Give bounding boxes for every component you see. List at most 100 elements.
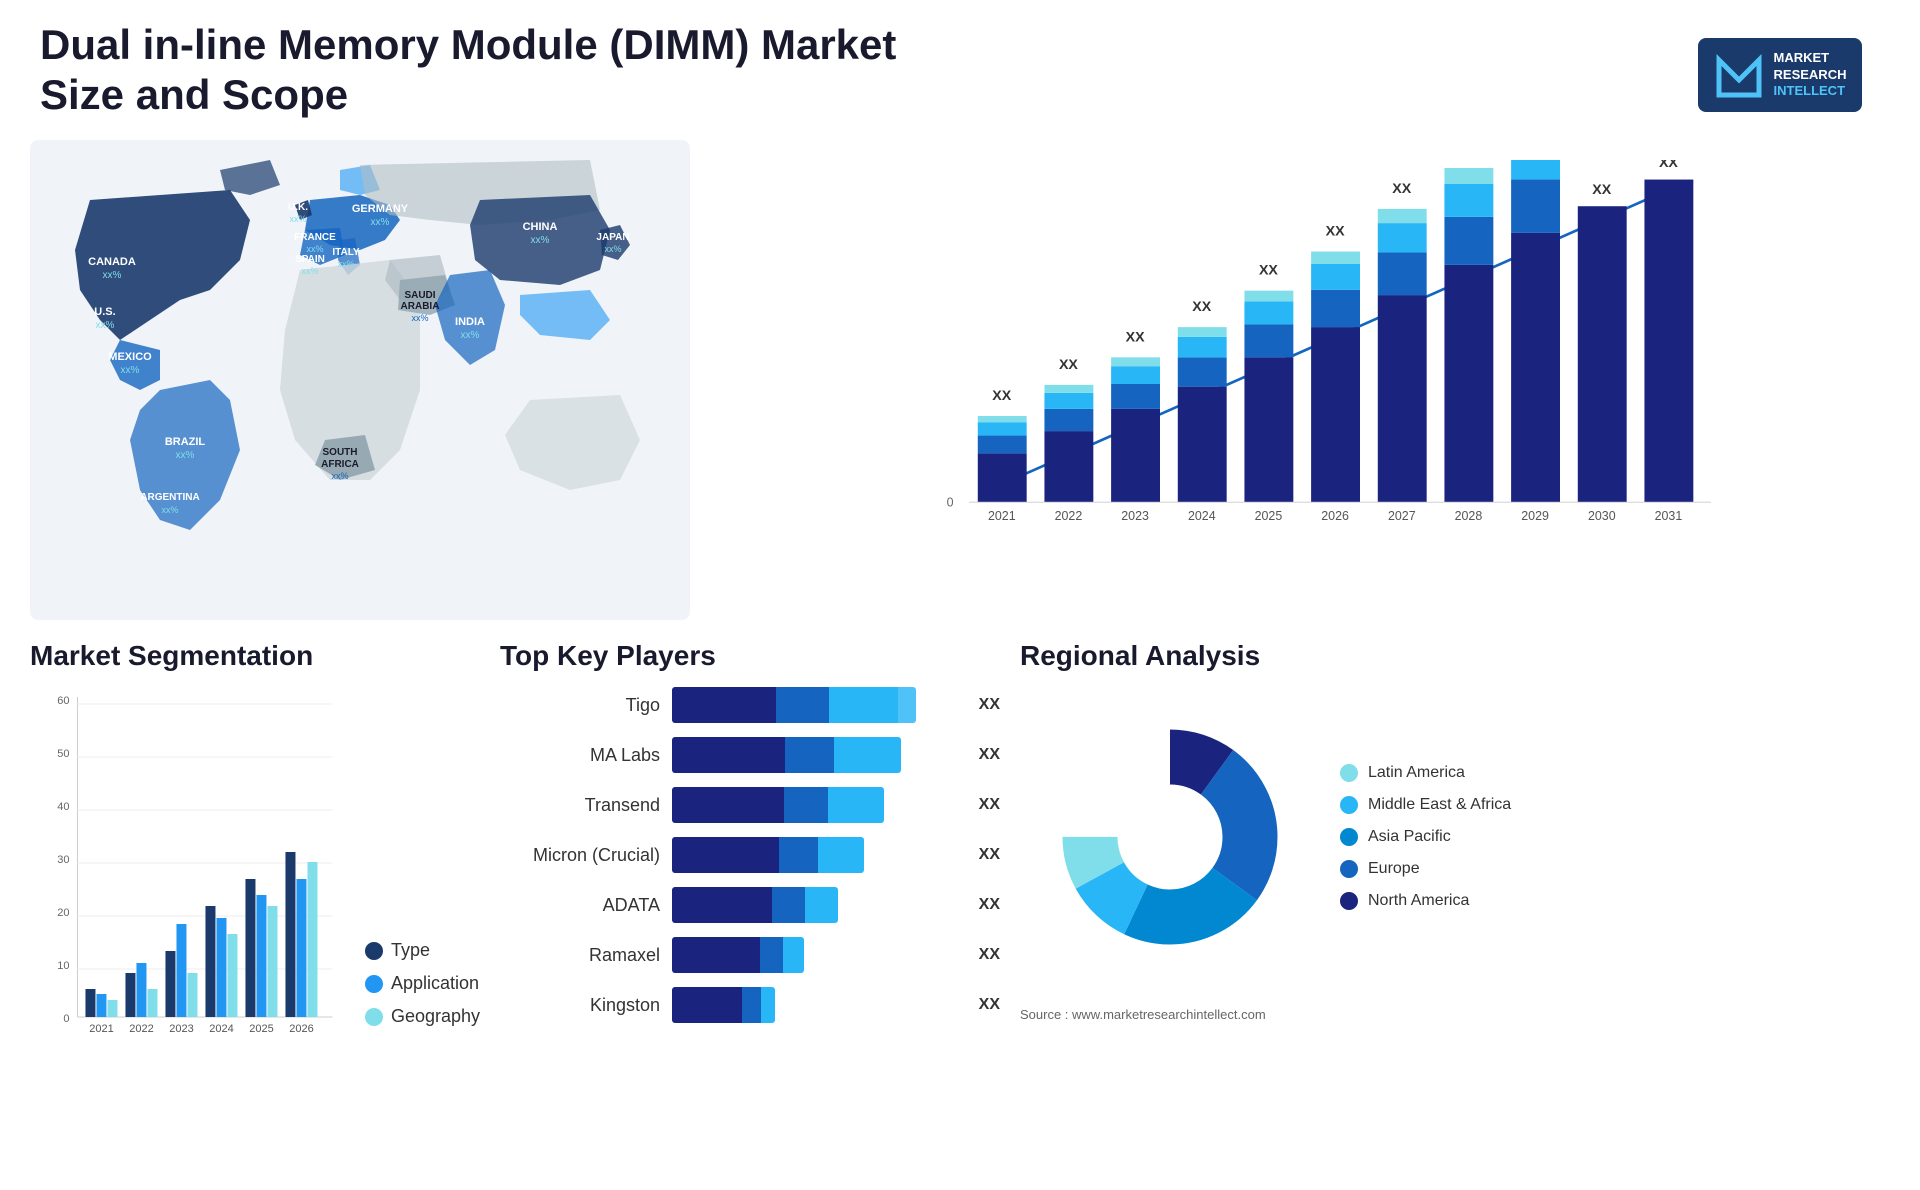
svg-text:xx%: xx% [331,471,348,481]
player-bar-micron [672,837,959,873]
svg-text:JAPAN: JAPAN [596,232,629,243]
svg-text:XX: XX [1392,181,1411,197]
svg-text:xx%: xx% [411,313,428,323]
svg-text:2026: 2026 [289,1023,313,1035]
player-bar-ramaxel [672,937,959,973]
seg-chart-svg: 0 10 20 30 40 50 60 [30,687,345,1067]
regional-analysis: Regional Analysis [1020,640,1890,1190]
player-xx-transend: XX [979,796,1000,814]
svg-text:INDIA: INDIA [455,316,485,328]
player-row-adata: ADATA XX [500,887,1000,923]
growth-chart-svg: 0 XX XX [770,160,1870,560]
player-list: Tigo XX MA Labs [500,687,1000,1023]
player-name-adata: ADATA [500,895,660,916]
svg-text:SAUDI: SAUDI [404,290,435,301]
asia-pacific-dot [1340,828,1358,846]
player-bar-malabs [672,737,959,773]
europe-label: Europe [1368,860,1420,878]
svg-text:60: 60 [57,695,69,707]
legend-application: Application [365,973,480,994]
svg-text:xx%: xx% [161,505,178,515]
player-xx-malabs: XX [979,746,1000,764]
svg-text:20: 20 [57,907,69,919]
north-america-dot [1340,892,1358,910]
svg-text:40: 40 [57,801,69,813]
svg-text:xx%: xx% [461,330,480,341]
svg-text:xx%: xx% [531,235,550,246]
donut-area: Latin America Middle East & Africa Asia … [1020,687,1890,987]
svg-text:SOUTH: SOUTH [323,447,358,458]
svg-text:U.S.: U.S. [94,306,115,318]
player-name-malabs: MA Labs [500,745,660,766]
svg-text:50: 50 [57,748,69,760]
player-row-tigo: Tigo XX [500,687,1000,723]
asia-pacific-label: Asia Pacific [1368,828,1451,846]
svg-text:2023: 2023 [169,1023,193,1035]
svg-text:xx%: xx% [96,320,115,331]
regional-legend: Latin America Middle East & Africa Asia … [1340,764,1511,910]
page-title: Dual in-line Memory Module (DIMM) Market… [40,20,940,121]
svg-text:xx%: xx% [301,266,318,276]
svg-text:xx%: xx% [604,244,621,254]
svg-text:CHINA: CHINA [523,221,558,233]
source: Source : www.marketresearchintellect.com [1020,1007,1890,1022]
svg-text:CANADA: CANADA [88,256,136,268]
svg-text:xx%: xx% [176,450,195,461]
header: Dual in-line Memory Module (DIMM) Market… [0,0,1920,140]
svg-text:10: 10 [57,960,69,972]
svg-text:xx%: xx% [337,259,354,269]
bar-chart: 0 XX XX [710,140,1890,620]
svg-text:MEXICO: MEXICO [108,351,152,363]
svg-text:XX: XX [992,388,1011,404]
svg-text:2028: 2028 [1455,509,1483,523]
legend-north-america: North America [1340,892,1511,910]
logo-icon [1714,50,1764,100]
svg-text:2022: 2022 [129,1023,153,1035]
app-dot [365,975,383,993]
type-dot [365,942,383,960]
svg-text:2030: 2030 [1588,509,1616,523]
legend-mea: Middle East & Africa [1340,796,1511,814]
seg-legend: Type Application Geography [365,940,480,1067]
main-content: CANADA xx% U.S. xx% MEXICO xx% BRAZIL xx… [0,140,1920,1190]
svg-text:0: 0 [63,1013,69,1025]
svg-text:2021: 2021 [89,1023,113,1035]
player-xx-tigo: XX [979,696,1000,714]
player-xx-kingston: XX [979,996,1000,1014]
player-bar-adata [672,887,959,923]
svg-text:0: 0 [947,496,954,510]
svg-text:BRAZIL: BRAZIL [165,436,206,448]
svg-text:FRANCE: FRANCE [294,232,336,243]
legend-europe: Europe [1340,860,1511,878]
svg-text:ARGENTINA: ARGENTINA [140,492,199,503]
market-segmentation: Market Segmentation 0 10 20 30 40 [30,640,480,1190]
logo: MARKET RESEARCH INTELLECT [1680,20,1880,130]
player-name-kingston: Kingston [500,995,660,1016]
key-players-title: Top Key Players [500,640,1000,672]
svg-text:XX: XX [1126,329,1145,345]
svg-text:XX: XX [1326,224,1345,240]
svg-text:2021: 2021 [988,509,1016,523]
north-america-label: North America [1368,892,1469,910]
legend-type: Type [365,940,480,961]
svg-text:xx%: xx% [306,244,323,254]
svg-text:2027: 2027 [1388,509,1416,523]
donut-svg [1020,687,1320,987]
player-xx-ramaxel: XX [979,946,1000,964]
logo-text: MARKET RESEARCH INTELLECT [1774,50,1847,101]
legend-geography: Geography [365,1006,480,1027]
world-map: CANADA xx% U.S. xx% MEXICO xx% BRAZIL xx… [30,140,690,620]
top-section: CANADA xx% U.S. xx% MEXICO xx% BRAZIL xx… [30,140,1890,620]
key-players: Top Key Players Tigo XX [500,640,1000,1190]
map-svg: CANADA xx% U.S. xx% MEXICO xx% BRAZIL xx… [30,140,690,620]
svg-text:2023: 2023 [1121,509,1149,523]
player-bar-tigo [672,687,959,723]
bottom-section: Market Segmentation 0 10 20 30 40 [30,630,1890,1190]
svg-text:xx%: xx% [121,365,140,376]
player-row-malabs: MA Labs XX [500,737,1000,773]
regional-title: Regional Analysis [1020,640,1890,672]
svg-text:2031: 2031 [1655,509,1683,523]
svg-text:2022: 2022 [1055,509,1083,523]
svg-text:xx%: xx% [371,217,390,228]
svg-text:AFRICA: AFRICA [321,459,359,470]
